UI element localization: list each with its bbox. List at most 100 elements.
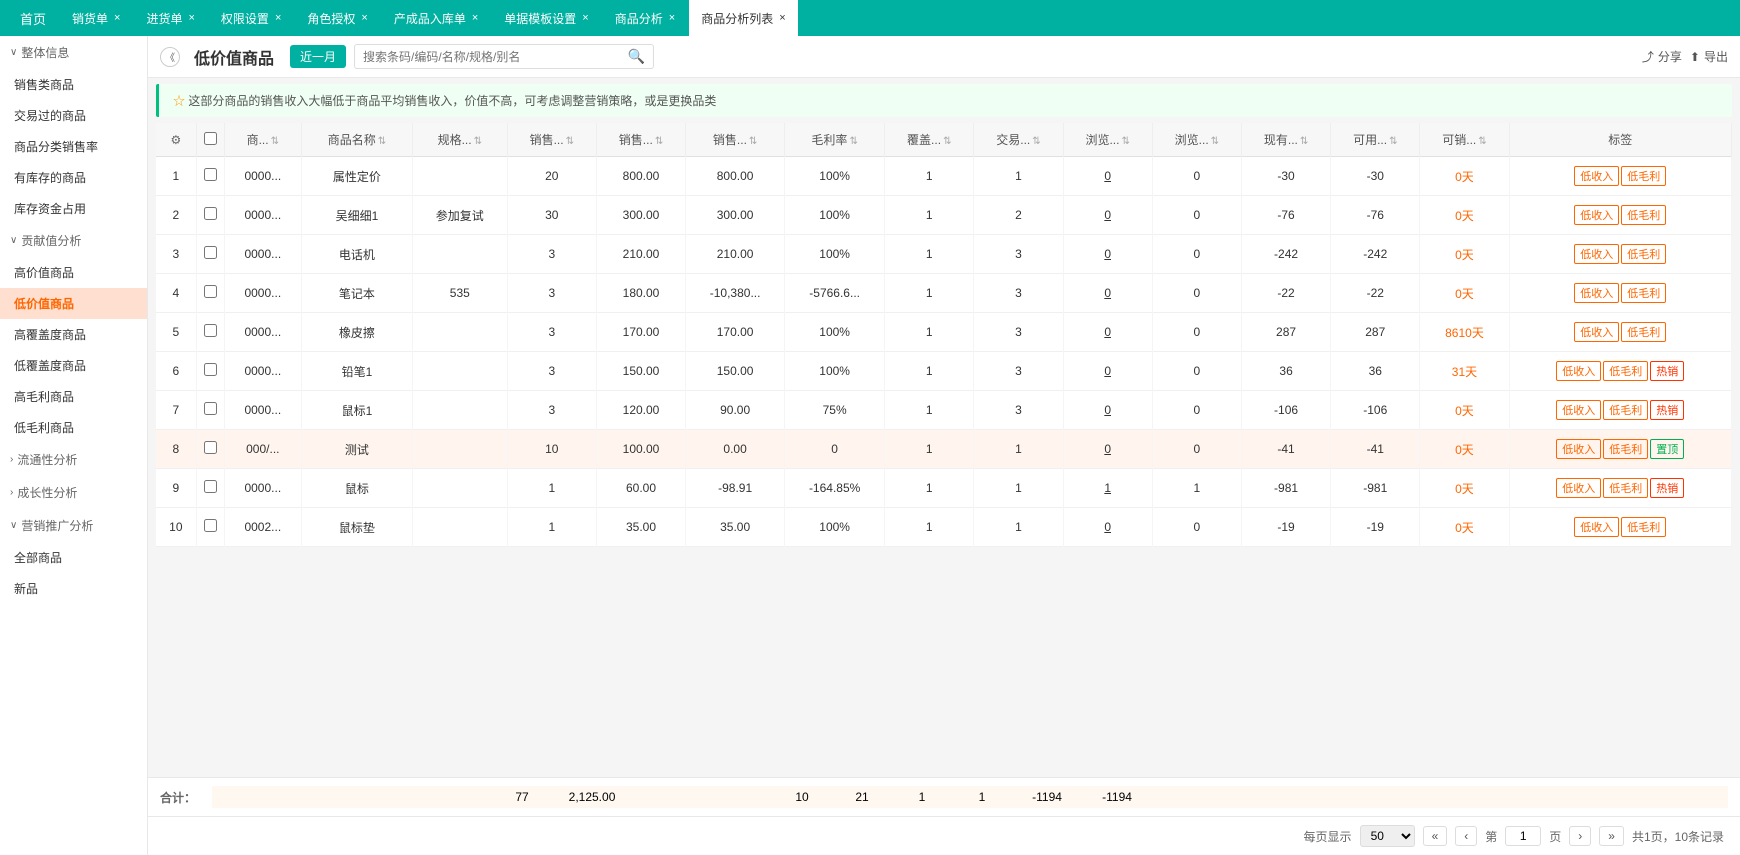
search-icon[interactable]: 🔍 <box>628 48 645 65</box>
filter-period-btn[interactable]: 近一月 <box>290 45 346 68</box>
td-checkbox[interactable] <box>196 157 224 196</box>
page-number-input[interactable] <box>1505 826 1541 846</box>
view1-link[interactable]: 0 <box>1104 520 1111 534</box>
settings-icon[interactable]: ⚙ <box>170 133 181 147</box>
th-coverage[interactable]: 覆盖...⇅ <box>885 123 974 157</box>
nav-permissions[interactable]: 权限设置 × <box>209 0 293 36</box>
th-transaction[interactable]: 交易...⇅ <box>974 123 1063 157</box>
td-view1[interactable]: 0 <box>1063 313 1152 352</box>
row-checkbox[interactable] <box>204 285 217 298</box>
th-gross-rate[interactable]: 毛利率⇅ <box>785 123 885 157</box>
th-available-stock[interactable]: 可用...⇅ <box>1331 123 1420 157</box>
first-page-btn[interactable]: « <box>1423 826 1448 846</box>
sidebar-item-all-goods[interactable]: 全部商品 <box>0 542 147 573</box>
td-checkbox[interactable] <box>196 430 224 469</box>
td-checkbox[interactable] <box>196 196 224 235</box>
share-btn[interactable]: ⤴ 分享 <box>1642 48 1682 65</box>
th-sales-qty[interactable]: 销售...⇅ <box>507 123 596 157</box>
view1-link[interactable]: 0 <box>1104 403 1111 417</box>
nav-roles-close[interactable]: × <box>361 12 367 24</box>
nav-inventory-close[interactable]: × <box>472 12 478 24</box>
sidebar-item-low-coverage[interactable]: 低覆盖度商品 <box>0 350 147 381</box>
nav-roles[interactable]: 角色授权 × <box>295 0 379 36</box>
td-view1[interactable]: 1 <box>1063 469 1152 508</box>
nav-sales-close[interactable]: × <box>114 12 120 24</box>
td-checkbox[interactable] <box>196 469 224 508</box>
th-sales-amount[interactable]: 销售...⇅ <box>686 123 785 157</box>
row-checkbox[interactable] <box>204 246 217 259</box>
row-checkbox[interactable] <box>204 519 217 532</box>
sidebar-section-growth[interactable]: › 成长性分析 <box>0 476 147 509</box>
sidebar-item-high-value[interactable]: 高价值商品 <box>0 257 147 288</box>
nav-analysis-list[interactable]: 商品分析列表 × <box>689 0 797 36</box>
view1-link[interactable]: 0 <box>1104 208 1111 222</box>
td-checkbox[interactable] <box>196 313 224 352</box>
view1-link[interactable]: 0 <box>1104 169 1111 183</box>
collapse-sidebar-btn[interactable]: 《 <box>160 47 180 67</box>
nav-home[interactable]: 首页 <box>8 0 58 36</box>
view1-link[interactable]: 1 <box>1104 481 1111 495</box>
td-view1[interactable]: 0 <box>1063 157 1152 196</box>
sidebar-item-sales-goods[interactable]: 销售类商品 <box>0 69 147 100</box>
sidebar-section-overall[interactable]: ∨ 整体信息 <box>0 36 147 69</box>
td-view1[interactable]: 0 <box>1063 196 1152 235</box>
th-settings[interactable]: ⚙ <box>156 123 196 157</box>
td-checkbox[interactable] <box>196 352 224 391</box>
row-checkbox[interactable] <box>204 324 217 337</box>
td-checkbox[interactable] <box>196 274 224 313</box>
td-view1[interactable]: 0 <box>1063 430 1152 469</box>
nav-template-close[interactable]: × <box>582 12 588 24</box>
per-page-select[interactable]: 50 100 200 <box>1360 825 1415 847</box>
td-view1[interactable]: 0 <box>1063 391 1152 430</box>
last-page-btn[interactable]: » <box>1599 826 1624 846</box>
sidebar-item-stock-goods[interactable]: 有库存的商品 <box>0 162 147 193</box>
th-spec[interactable]: 规格...⇅ <box>412 123 507 157</box>
nav-sales[interactable]: 销货单 × <box>60 0 132 36</box>
search-input[interactable] <box>363 50 628 64</box>
sidebar-item-category-rate[interactable]: 商品分类销售率 <box>0 131 147 162</box>
td-view1[interactable]: 0 <box>1063 508 1152 547</box>
nav-analysis-list-close[interactable]: × <box>779 12 785 24</box>
view1-link[interactable]: 0 <box>1104 286 1111 300</box>
row-checkbox[interactable] <box>204 402 217 415</box>
sidebar-section-circulation[interactable]: › 流通性分析 <box>0 443 147 476</box>
row-checkbox[interactable] <box>204 168 217 181</box>
td-checkbox[interactable] <box>196 508 224 547</box>
th-code[interactable]: 商...⇅ <box>224 123 301 157</box>
row-checkbox[interactable] <box>204 207 217 220</box>
row-checkbox[interactable] <box>204 441 217 454</box>
nav-template[interactable]: 单据模板设置 × <box>492 0 600 36</box>
sidebar-item-high-coverage[interactable]: 高覆盖度商品 <box>0 319 147 350</box>
sidebar-item-stock-capital[interactable]: 库存资金占用 <box>0 193 147 224</box>
nav-permissions-close[interactable]: × <box>275 12 281 24</box>
sidebar-item-new-goods[interactable]: 新品 <box>0 573 147 604</box>
th-view2[interactable]: 浏览...⇅ <box>1152 123 1241 157</box>
select-all-checkbox[interactable] <box>204 132 217 145</box>
th-name[interactable]: 商品名称⇅ <box>301 123 412 157</box>
td-checkbox[interactable] <box>196 391 224 430</box>
row-checkbox[interactable] <box>204 363 217 376</box>
view1-link[interactable]: 0 <box>1104 325 1111 339</box>
sidebar-item-traded-goods[interactable]: 交易过的商品 <box>0 100 147 131</box>
nav-analysis[interactable]: 商品分析 × <box>603 0 687 36</box>
nav-purchase-close[interactable]: × <box>188 12 194 24</box>
th-view1[interactable]: 浏览...⇅ <box>1063 123 1152 157</box>
th-current-stock[interactable]: 现有...⇅ <box>1241 123 1330 157</box>
prev-page-btn[interactable]: ‹ <box>1455 826 1477 846</box>
th-saleable[interactable]: 可销...⇅ <box>1420 123 1509 157</box>
export-btn[interactable]: ⬆ 导出 <box>1690 48 1728 65</box>
sidebar-item-low-value[interactable]: 低价值商品 <box>0 288 147 319</box>
th-tags[interactable]: 标签 <box>1509 123 1731 157</box>
nav-purchase[interactable]: 进货单 × <box>134 0 206 36</box>
td-view1[interactable]: 0 <box>1063 235 1152 274</box>
nav-analysis-close[interactable]: × <box>669 12 675 24</box>
view1-link[interactable]: 0 <box>1104 364 1111 378</box>
row-checkbox[interactable] <box>204 480 217 493</box>
td-view1[interactable]: 0 <box>1063 274 1152 313</box>
td-checkbox[interactable] <box>196 235 224 274</box>
view1-link[interactable]: 0 <box>1104 442 1111 456</box>
sidebar-item-high-margin[interactable]: 高毛利商品 <box>0 381 147 412</box>
td-view1[interactable]: 0 <box>1063 352 1152 391</box>
view1-link[interactable]: 0 <box>1104 247 1111 261</box>
th-sales-price[interactable]: 销售...⇅ <box>596 123 685 157</box>
